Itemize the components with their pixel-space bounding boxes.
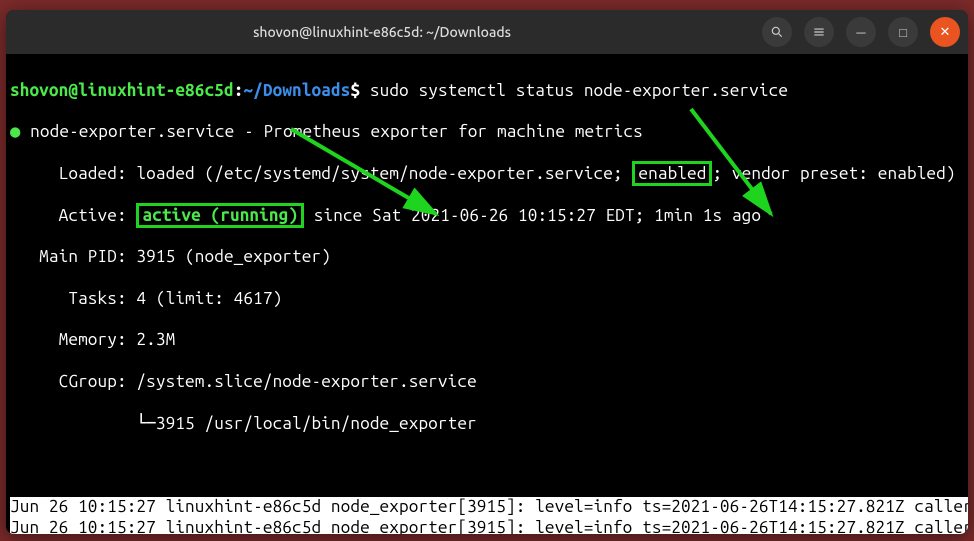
status-dot-icon: ● bbox=[10, 122, 20, 141]
loaded-line: Loaded: loaded (/etc/systemd/system/node… bbox=[10, 164, 968, 185]
maximize-button[interactable]: □ bbox=[888, 17, 918, 47]
search-button[interactable] bbox=[762, 17, 792, 47]
blank-line bbox=[10, 455, 968, 476]
command-text: sudo systemctl status node-exporter.serv… bbox=[360, 81, 788, 100]
minimize-icon: ─ bbox=[856, 25, 865, 40]
memory-line: Memory: 2.3M bbox=[10, 330, 968, 351]
prompt-colon: : bbox=[234, 81, 244, 100]
enabled-highlight: enabled bbox=[632, 161, 712, 186]
prompt-dollar: $ bbox=[350, 81, 360, 100]
log-text: Jun 26 10:15:27 linuxhint-e86c5d node_ex… bbox=[10, 497, 968, 518]
close-button[interactable]: ✕ bbox=[930, 17, 960, 47]
active-line: Active: active (running) since Sat 2021-… bbox=[10, 206, 968, 227]
active-pre: Active: bbox=[10, 206, 136, 225]
hamburger-icon bbox=[812, 25, 826, 39]
minimize-button[interactable]: ─ bbox=[846, 17, 876, 47]
prompt-line: shovon@linuxhint-e86c5d:~/Downloads$ sud… bbox=[10, 81, 968, 102]
terminal-body[interactable]: shovon@linuxhint-e86c5d:~/Downloads$ sud… bbox=[6, 54, 968, 534]
search-icon bbox=[770, 25, 784, 39]
titlebar: shovon@linuxhint-e86c5d: ~/Downloads ─ □… bbox=[6, 10, 968, 54]
tasks-line: Tasks: 4 (limit: 4617) bbox=[10, 289, 968, 310]
log-text: Jun 26 10:15:27 linuxhint-e86c5d node_ex… bbox=[10, 518, 968, 534]
service-line: node-exporter.service - Prometheus expor… bbox=[20, 122, 642, 141]
terminal-window: shovon@linuxhint-e86c5d: ~/Downloads ─ □… bbox=[6, 10, 968, 534]
loaded-post: ; vendor preset: enabled) bbox=[712, 164, 955, 183]
cgroup-line: CGroup: /system.slice/node-exporter.serv… bbox=[10, 372, 968, 393]
menu-button[interactable] bbox=[804, 17, 834, 47]
maximize-icon: □ bbox=[899, 25, 907, 40]
main-pid-line: Main PID: 3915 (node_exporter) bbox=[10, 247, 968, 268]
log-line: Jun 26 10:15:27 linuxhint-e86c5d node_ex… bbox=[10, 518, 968, 534]
log-output: Jun 26 10:15:27 linuxhint-e86c5d node_ex… bbox=[10, 497, 968, 534]
active-post: since Sat 2021-06-26 10:15:27 EDT; 1min … bbox=[304, 206, 761, 225]
window-title: shovon@linuxhint-e86c5d: ~/Downloads bbox=[14, 24, 750, 40]
cgroup-tree-line: └─3915 /usr/local/bin/node_exporter bbox=[10, 414, 968, 435]
loaded-pre: Loaded: loaded (/etc/systemd/system/node… bbox=[10, 164, 632, 183]
prompt-path: ~/Downloads bbox=[243, 81, 350, 100]
active-running-highlight: active (running) bbox=[136, 203, 304, 228]
close-icon: ✕ bbox=[940, 25, 951, 40]
prompt-user-host: shovon@linuxhint-e86c5d bbox=[10, 81, 234, 100]
service-header-line: ● node-exporter.service - Prometheus exp… bbox=[10, 122, 968, 143]
log-line: Jun 26 10:15:27 linuxhint-e86c5d node_ex… bbox=[10, 497, 968, 518]
